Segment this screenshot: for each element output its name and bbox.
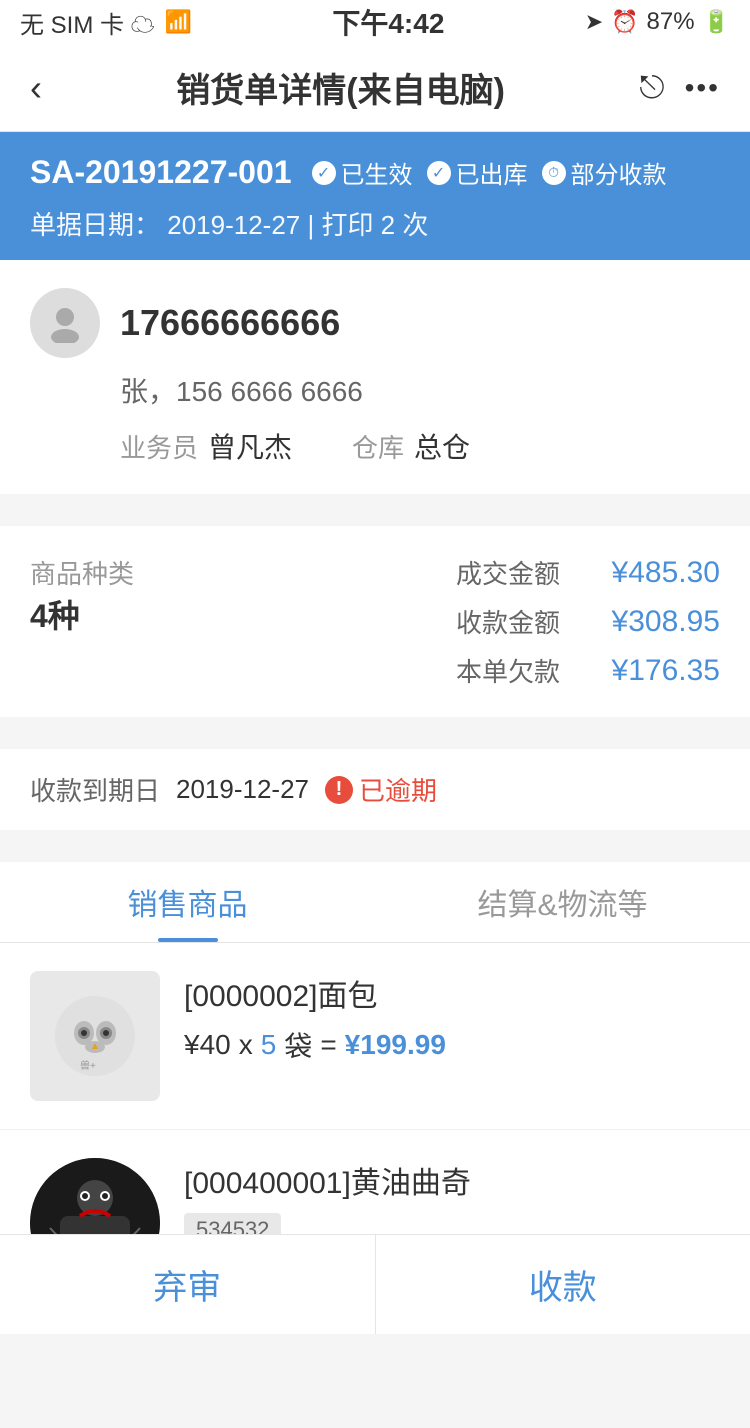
amount-summary: 成交金额 ¥485.30 收款金额 ¥308.95 本单欠款 ¥176.35: [456, 554, 720, 689]
status-right: ➤ ⏰ 87% 🔋: [585, 8, 730, 36]
due-date-label: 收款到期日: [30, 771, 160, 808]
page-title: 销货单详情(来自电脑): [176, 63, 505, 112]
customer-avatar: [30, 288, 100, 358]
price-sep-1a: x: [239, 1029, 253, 1061]
product-type-label: 商品种类: [30, 554, 134, 591]
collect-button[interactable]: 收款: [376, 1235, 750, 1334]
overdue-badge: ! 已逾期: [325, 771, 437, 808]
customer-info: 17666666666: [30, 288, 720, 358]
check-icon-1: ✓: [312, 161, 336, 185]
sales-person: 业务员 曾凡杰: [120, 426, 292, 466]
debt-amount-value: ¥176.35: [580, 654, 720, 688]
received-amount-value: ¥308.95: [580, 605, 720, 639]
received-amount-label: 收款金额: [456, 603, 560, 640]
back-button[interactable]: ‹: [30, 67, 42, 109]
product-image-1: 兽+: [30, 971, 160, 1101]
nav-left: ‹: [30, 67, 42, 109]
transaction-amount-row: 成交金额 ¥485.30: [456, 554, 720, 591]
customer-meta: 业务员 曾凡杰 仓库 总仓: [120, 426, 720, 466]
summary-section: 商品种类 4种 成交金额 ¥485.30 收款金额 ¥308.95 本单欠款 ¥…: [0, 526, 750, 717]
due-date-value: 2019-12-27: [176, 774, 309, 805]
due-date-section: 收款到期日 2019-12-27 ! 已逾期: [0, 749, 750, 830]
customer-phone: 17666666666: [120, 302, 340, 344]
order-id: SA-20191227-001: [30, 154, 292, 191]
price-unit-1: 袋: [284, 1025, 312, 1065]
tab-products-label: 销售商品: [128, 880, 248, 924]
status-badge-effective: ✓ 已生效: [312, 155, 413, 190]
sales-value: 曾凡杰: [208, 426, 292, 466]
bottom-spacer: [0, 1328, 750, 1428]
more-icon[interactable]: •••: [685, 72, 720, 104]
no-sim-text: 无 SIM 卡 ☁: [20, 5, 155, 40]
product-price-row-1: ¥40 x 5 袋 = ¥199.99: [184, 1025, 720, 1065]
warehouse-value: 总仓: [414, 426, 470, 466]
product-type-summary: 商品种类 4种: [30, 554, 134, 637]
customer-section: 17666666666 张，156 6666 6666 业务员 曾凡杰 仓库 总…: [0, 260, 750, 494]
tab-settlement-label: 结算&物流等: [477, 880, 647, 924]
order-date-value: 2019-12-27: [167, 210, 300, 240]
order-print-info: | 打印 2 次: [307, 210, 428, 240]
time-display: 下午4:42: [332, 2, 444, 42]
location-icon: ➤: [585, 9, 603, 35]
battery-text: 87%: [647, 8, 695, 36]
product-name-2: [000400001]黄油曲奇: [184, 1158, 720, 1202]
clock-icon: ⏱: [542, 161, 566, 185]
share-icon[interactable]: ⎋: [639, 69, 664, 107]
status-badge-partial: ⏱ 部分收款: [542, 155, 667, 190]
received-amount-row: 收款金额 ¥308.95: [456, 603, 720, 640]
divider-2: [0, 717, 750, 733]
debt-amount-label: 本单欠款: [456, 652, 560, 689]
sales-label: 业务员: [120, 428, 198, 465]
svg-text:兽+: 兽+: [80, 1059, 96, 1072]
reject-button[interactable]: 弃审: [0, 1235, 376, 1334]
product-details-1: [0000002]面包 ¥40 x 5 袋 = ¥199.99: [184, 971, 720, 1065]
price-total-1: ¥199.99: [345, 1029, 446, 1061]
transaction-amount-value: ¥485.30: [580, 556, 720, 590]
debt-amount-row: 本单欠款 ¥176.35: [456, 652, 720, 689]
customer-name: 张，156 6666 6666: [120, 370, 720, 410]
product-name-1: [0000002]面包: [184, 971, 720, 1015]
check-icon-2: ✓: [427, 161, 451, 185]
status-badges: ✓ 已生效 ✓ 已出库 ⏱ 部分收款: [312, 155, 667, 190]
overdue-text: 已逾期: [359, 771, 437, 808]
price-qty-1: 5: [261, 1029, 277, 1061]
battery-icon: 🔋: [703, 9, 730, 35]
divider-3: [0, 830, 750, 846]
tab-products[interactable]: 销售商品: [0, 862, 375, 942]
price-base-1: ¥40: [184, 1029, 231, 1061]
order-date-label: 单据日期：: [30, 210, 160, 240]
tab-settlement[interactable]: 结算&物流等: [375, 862, 750, 942]
bottom-action-bar: 弃审 收款: [0, 1234, 750, 1334]
price-sep-1b: =: [320, 1029, 336, 1061]
nav-bar: ‹ 销货单详情(来自电脑) ⎋ •••: [0, 44, 750, 132]
warehouse: 仓库 总仓: [352, 426, 470, 466]
tab-active-indicator: [158, 938, 218, 942]
product-type-value: 4种: [30, 591, 134, 637]
status-left: 无 SIM 卡 ☁ 📶: [20, 5, 192, 40]
nav-right: ⎋ •••: [639, 69, 720, 107]
status-bar: 无 SIM 卡 ☁ 📶 下午4:42 ➤ ⏰ 87% 🔋: [0, 0, 750, 44]
overdue-icon: !: [325, 776, 353, 804]
order-date-row: 单据日期： 2019-12-27 | 打印 2 次: [30, 205, 720, 242]
transaction-amount-label: 成交金额: [456, 554, 560, 591]
warehouse-label: 仓库: [352, 428, 404, 465]
table-row: 兽+ [0000002]面包 ¥40 x 5 袋 = ¥199.99: [0, 943, 750, 1130]
alarm-icon: ⏰: [611, 9, 638, 35]
divider-1: [0, 494, 750, 510]
tabs-container: 销售商品 结算&物流等: [0, 862, 750, 943]
order-header: SA-20191227-001 ✓ 已生效 ✓ 已出库 ⏱ 部分收款 单据日期：…: [0, 132, 750, 260]
status-badge-shipped: ✓ 已出库: [427, 155, 528, 190]
wifi-icon: 📶: [165, 9, 192, 35]
